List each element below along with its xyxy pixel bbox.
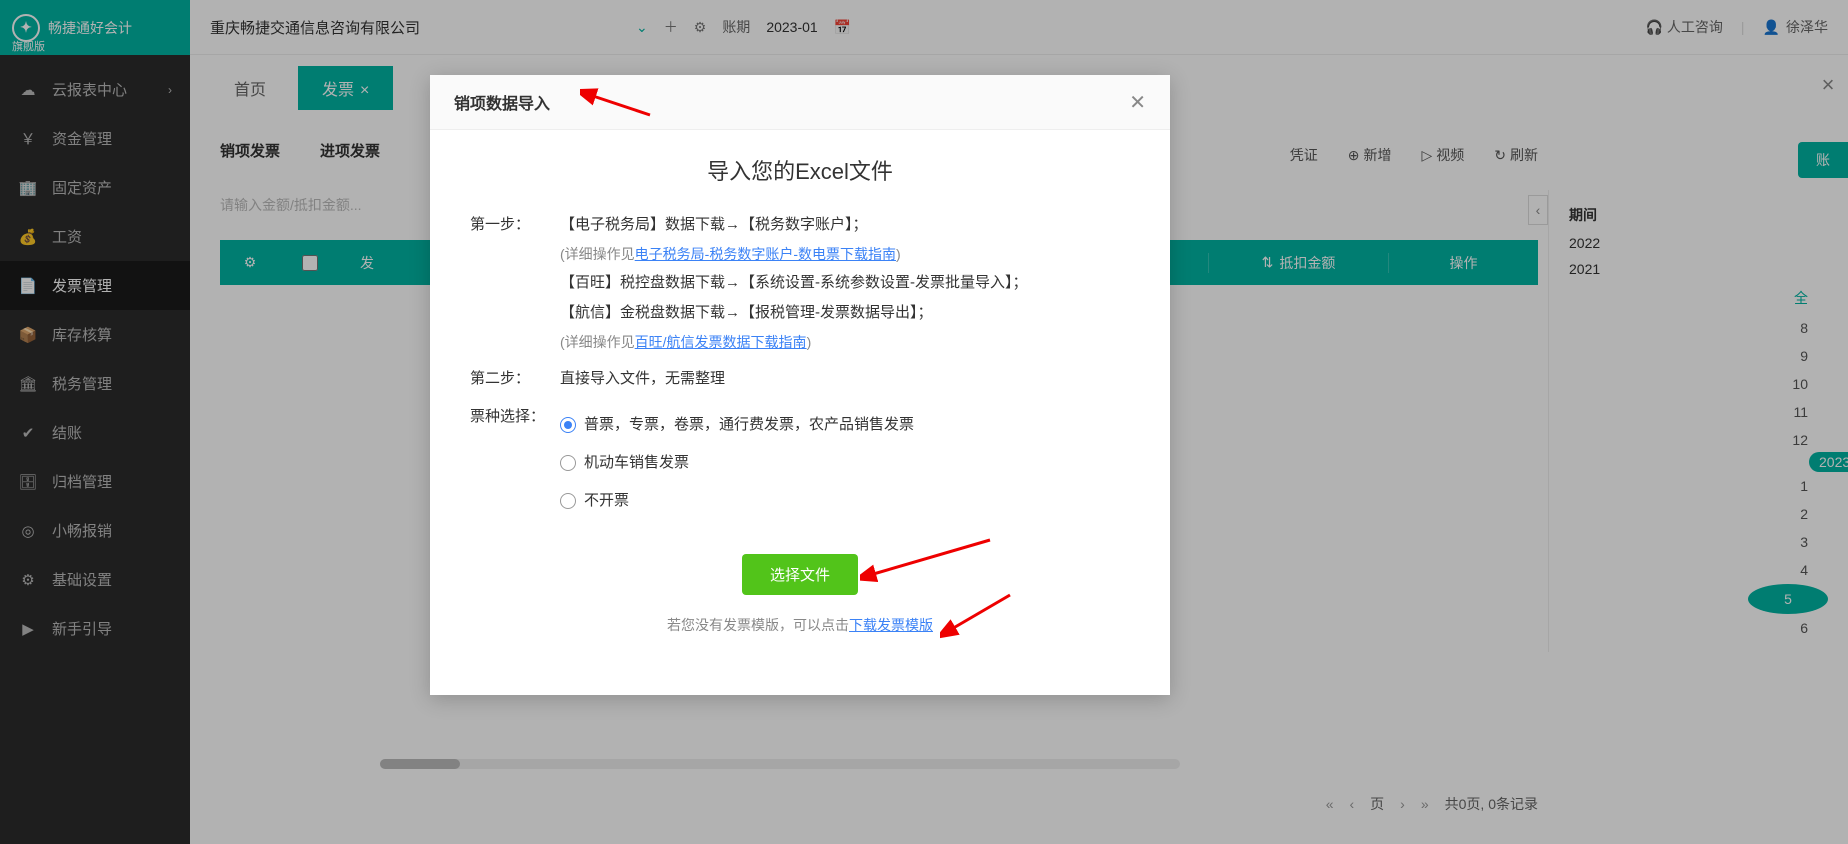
step2-label: 第二步：	[470, 364, 560, 394]
download-template-link[interactable]: 下载发票模版	[849, 617, 933, 633]
step1-label: 第一步：	[470, 210, 560, 356]
bwhan-guide-link[interactable]: 百旺/航信发票数据下载指南	[635, 334, 807, 350]
step1-line1: 【电子税务局】数据下载→【税务数字账户】；	[560, 210, 1130, 240]
radio-type-general[interactable]: 普票，专票，卷票，通行费发票，农产品销售发票	[560, 410, 1130, 440]
type-label: 票种选择：	[470, 402, 560, 524]
radio-type-none[interactable]: 不开票	[560, 486, 1130, 516]
radio-icon	[560, 493, 576, 509]
select-file-button[interactable]: 选择文件	[742, 554, 858, 595]
radio-type-vehicle[interactable]: 机动车销售发票	[560, 448, 1130, 478]
modal-heading: 导入您的Excel文件	[470, 154, 1130, 186]
step1-line2: 【百旺】税控盘数据下载→【系统设置-系统参数设置-发票批量导入】；	[560, 268, 1130, 298]
template-note: 若您没有发票模版，可以点击下载发票模版	[470, 615, 1130, 635]
radio-icon	[560, 417, 576, 433]
step1-line3: 【航信】金税盘数据下载→【报税管理-发票数据导出】；	[560, 298, 1130, 328]
modal-close-button[interactable]: ✕	[1129, 90, 1146, 115]
modal-title: 销项数据导入	[454, 90, 550, 114]
import-modal: 销项数据导入 ✕ 导入您的Excel文件 第一步： 【电子税务局】数据下载→【税…	[430, 75, 1170, 695]
tax-guide-link[interactable]: 电子税务局-税务数字账户-数电票下载指南	[635, 246, 896, 262]
modal-header: 销项数据导入 ✕	[430, 75, 1170, 130]
radio-icon	[560, 455, 576, 471]
step2-text: 直接导入文件，无需整理	[560, 364, 1130, 394]
